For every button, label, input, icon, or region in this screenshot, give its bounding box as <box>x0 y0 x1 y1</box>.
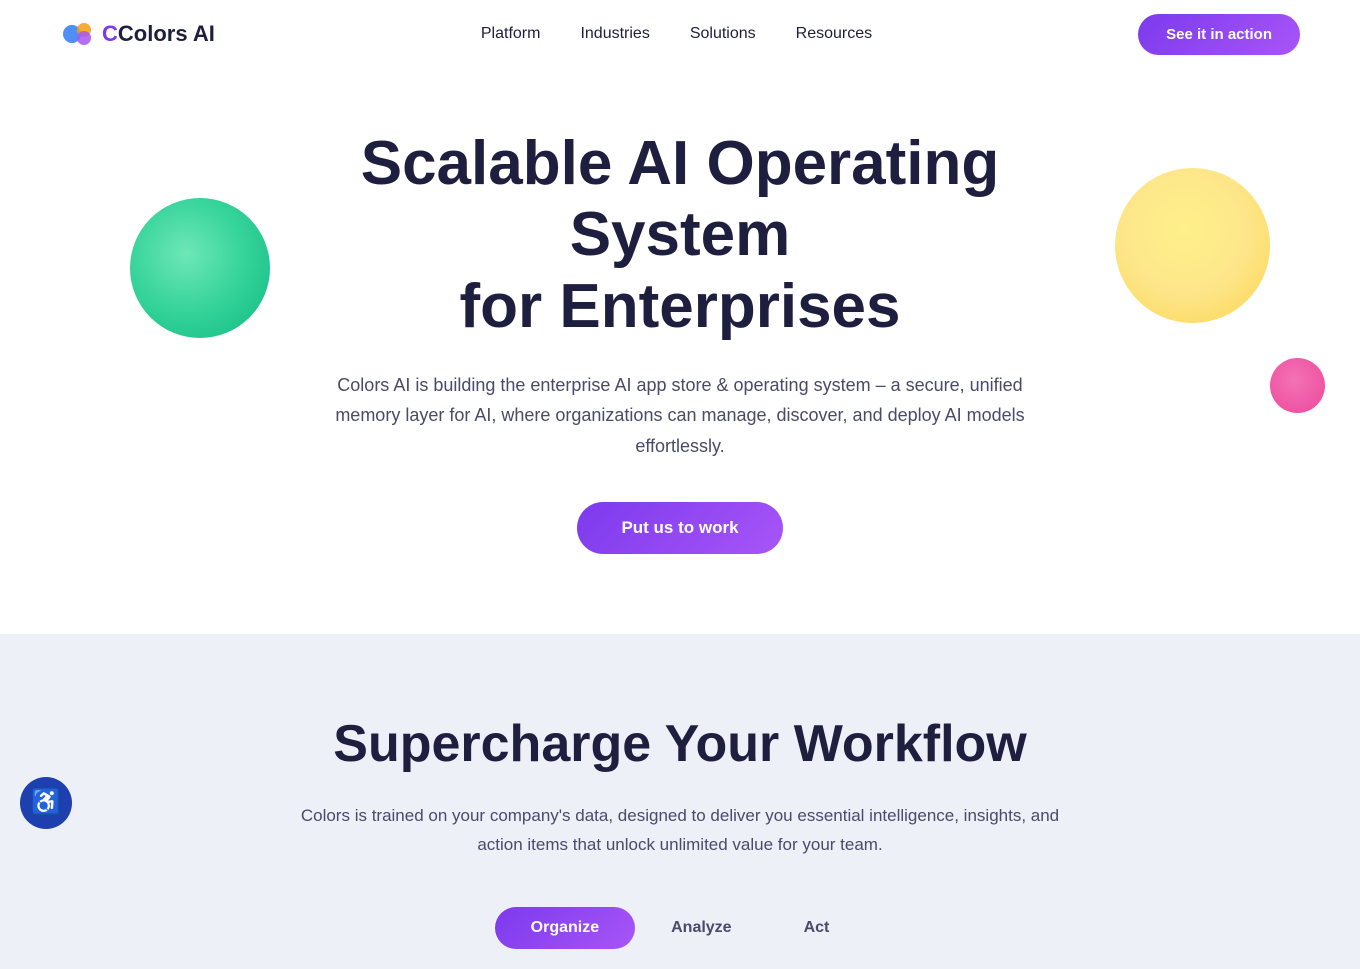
nav-link-resources[interactable]: Resources <box>796 25 872 42</box>
nav-links: Platform Industries Solutions Resources <box>481 25 872 43</box>
workflow-subtitle: Colors is trained on your company's data… <box>290 802 1070 860</box>
tab-act[interactable]: Act <box>768 907 866 949</box>
nav-item-resources[interactable]: Resources <box>796 25 872 43</box>
hero-decoration-green <box>130 198 270 338</box>
logo-icon <box>60 16 96 52</box>
nav-link-industries[interactable]: Industries <box>580 25 649 42</box>
workflow-section: Supercharge Your Workflow Colors is trai… <box>0 634 1360 969</box>
hero-cta-button[interactable]: Put us to work <box>577 502 782 554</box>
logo-text: CColors AI <box>102 21 215 47</box>
nav-link-platform[interactable]: Platform <box>481 25 541 42</box>
hero-section: Scalable AI Operating System for Enterpr… <box>0 68 1360 634</box>
accessibility-button[interactable]: ♿ <box>20 777 72 829</box>
nav-item-industries[interactable]: Industries <box>580 25 649 43</box>
hero-subtitle: Colors AI is building the enterprise AI … <box>330 370 1030 462</box>
nav-link-solutions[interactable]: Solutions <box>690 25 756 42</box>
workflow-tabs: Organize Analyze Act <box>40 907 1320 949</box>
workflow-title: Supercharge Your Workflow <box>40 714 1320 774</box>
hero-title: Scalable AI Operating System for Enterpr… <box>250 128 1110 342</box>
accessibility-icon: ♿ <box>31 791 61 815</box>
logo[interactable]: CColors AI <box>60 16 215 52</box>
tab-organize[interactable]: Organize <box>495 907 635 949</box>
nav-item-platform[interactable]: Platform <box>481 25 541 43</box>
nav-cta-button[interactable]: See it in action <box>1138 14 1300 55</box>
nav-item-solutions[interactable]: Solutions <box>690 25 756 43</box>
hero-decoration-pink <box>1270 358 1325 413</box>
hero-decoration-yellow <box>1115 168 1270 323</box>
navbar: CColors AI Platform Industries Solutions… <box>0 0 1360 68</box>
tab-analyze[interactable]: Analyze <box>635 907 767 949</box>
